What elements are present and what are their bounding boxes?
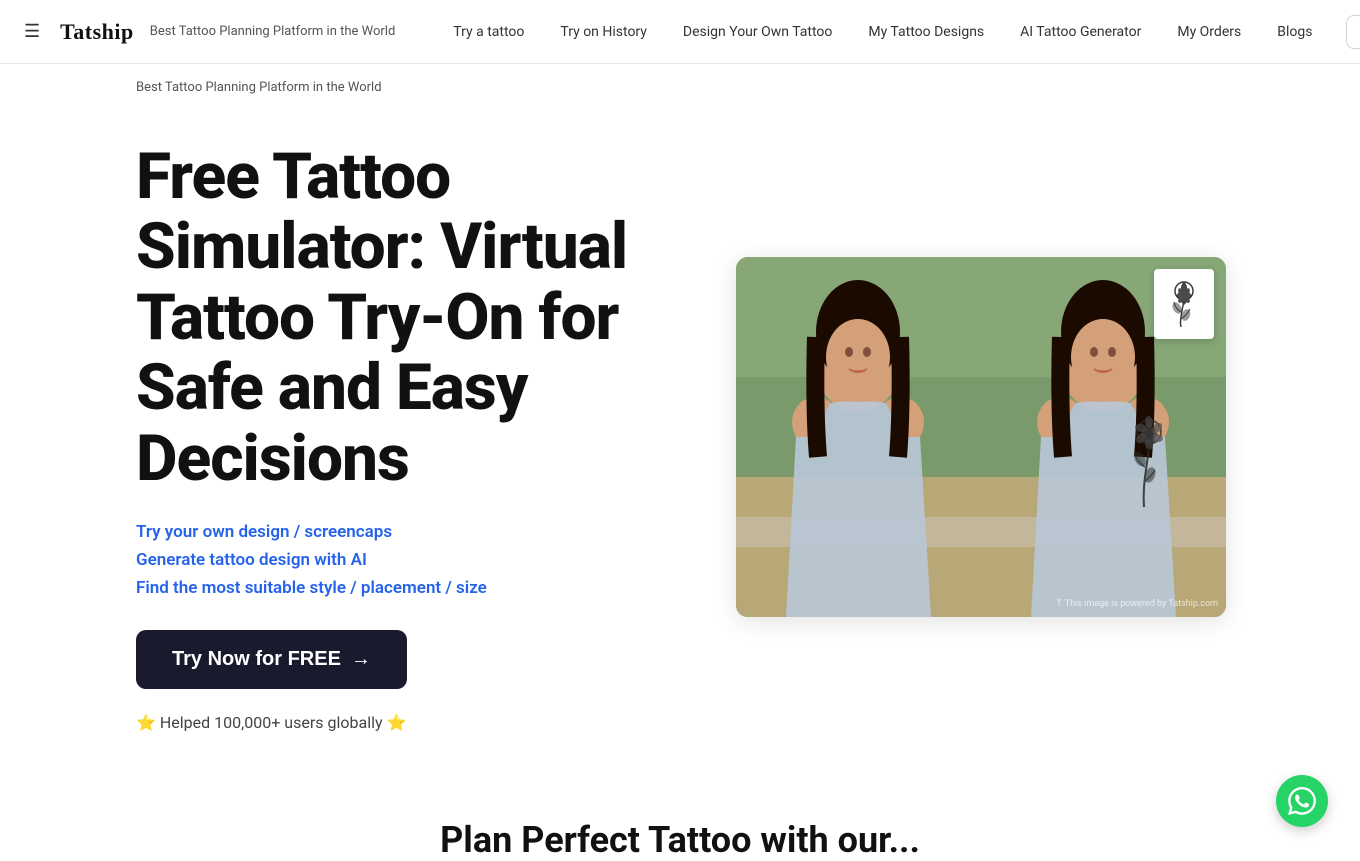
watermark: T This image is powered by Tatship.com	[1056, 599, 1218, 609]
bottom-heading-text: Plan Perfect Tattoo with our...	[440, 819, 920, 861]
cta-label: Try Now for FREE	[172, 648, 341, 671]
hero-right: T This image is powered by Tatship.com	[736, 257, 1226, 617]
hero-feature-2[interactable]: Generate tattoo design with AI	[136, 550, 696, 570]
navbar: ☰ Tatship Best Tattoo Planning Platform …	[0, 0, 1360, 64]
image-before	[736, 257, 981, 617]
before-photo-svg	[736, 257, 981, 617]
tattoo-thumb-image	[1162, 277, 1206, 331]
whatsapp-icon	[1288, 787, 1316, 815]
hero-left: Free Tattoo Simulator: Virtual Tattoo Tr…	[136, 142, 696, 732]
tattoo-thumbnail	[1154, 269, 1214, 339]
tattoo-thumb-svg	[1164, 279, 1204, 329]
chat-widget-button[interactable]	[1276, 775, 1328, 827]
hero-feature-3[interactable]: Find the most suitable style / placement…	[136, 578, 696, 598]
hero-feature-1[interactable]: Try your own design / screencaps	[136, 522, 696, 542]
nav-my-orders[interactable]: My Orders	[1159, 0, 1259, 64]
nav-try-tattoo[interactable]: Try a tattoo	[435, 0, 542, 64]
cta-arrow-icon: →	[351, 648, 371, 671]
try-now-button[interactable]: Try Now for FREE →	[136, 630, 407, 689]
login-button[interactable]: Login	[1346, 15, 1360, 49]
nav-links: Try a tattoo Try on History Design Your …	[435, 0, 1330, 64]
hero-image-comparison: T This image is powered by Tatship.com	[736, 257, 1226, 617]
nav-design-own[interactable]: Design Your Own Tattoo	[665, 0, 850, 64]
nav-my-designs[interactable]: My Tattoo Designs	[850, 0, 1002, 64]
brand-logo[interactable]: Tatship	[60, 19, 134, 45]
breadcrumb: Best Tattoo Planning Platform in the Wor…	[0, 64, 1360, 95]
bottom-section-heading: Plan Perfect Tattoo with our...	[0, 795, 1360, 861]
social-proof: ⭐ Helped 100,000+ users globally ⭐	[136, 713, 696, 732]
hero-features: Try your own design / screencaps Generat…	[136, 522, 696, 598]
hero-title: Free Tattoo Simulator: Virtual Tattoo Tr…	[136, 142, 696, 494]
nav-ai-generator[interactable]: AI Tattoo Generator	[1002, 0, 1159, 64]
watermark-text: This image is powered by Tatship.com	[1065, 599, 1218, 609]
hamburger-menu-icon[interactable]: ☰	[24, 21, 40, 42]
hero-section: Free Tattoo Simulator: Virtual Tattoo Tr…	[0, 95, 1360, 795]
image-after: T This image is powered by Tatship.com	[981, 257, 1226, 617]
nav-try-history[interactable]: Try on History	[542, 0, 665, 64]
watermark-logo: T	[1056, 599, 1061, 609]
brand-tagline: Best Tattoo Planning Platform in the Wor…	[150, 24, 396, 39]
nav-blogs[interactable]: Blogs	[1259, 0, 1330, 64]
image-split: T This image is powered by Tatship.com	[736, 257, 1226, 617]
